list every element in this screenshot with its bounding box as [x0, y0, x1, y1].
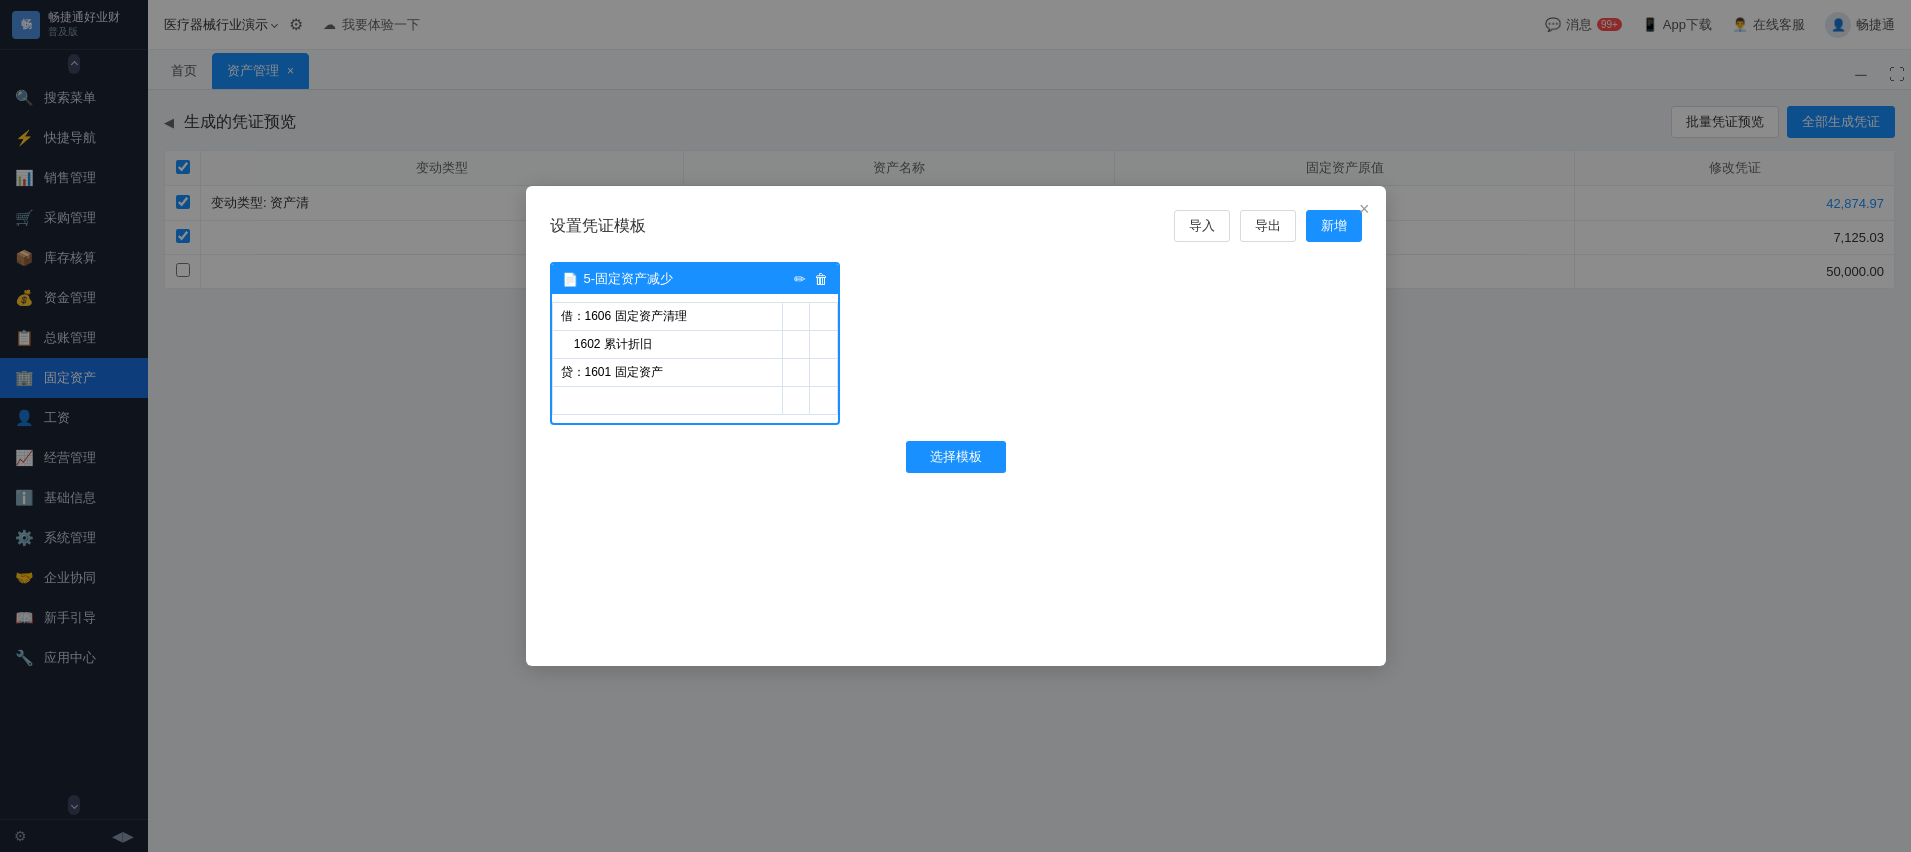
template-card-actions: ✏ 🗑 [794, 271, 828, 287]
template-grid: 借：1606 固定资产清理 1602 累计折旧 [552, 302, 838, 415]
template-card: 📄 5-固定资产减少 ✏ 🗑 借：1606 固定资产清理 [550, 262, 840, 425]
entry-credit-label: 贷：1601 固定资产 [552, 359, 782, 387]
import-button[interactable]: 导入 [1174, 210, 1230, 242]
modal-title: 设置凭证模板 [550, 216, 1174, 237]
select-template-button[interactable]: 选择模板 [906, 441, 1006, 473]
entry-amount-credit [782, 359, 809, 387]
entry-debit-col [810, 359, 837, 387]
template-doc-icon: 📄 [562, 272, 578, 287]
template-card-title: 📄 5-固定资产减少 [562, 270, 674, 288]
entry-empty-1 [552, 387, 782, 415]
entry-credit-col2 [810, 331, 837, 359]
modal-close-button[interactable]: × [1359, 200, 1370, 218]
entry-sub-label: 1602 累计折旧 [552, 331, 782, 359]
entry-debit-label: 借：1606 固定资产清理 [552, 303, 782, 331]
entry-empty-3 [810, 387, 837, 415]
modal-header: 设置凭证模板 导入 导出 新增 [550, 210, 1362, 242]
export-button[interactable]: 导出 [1240, 210, 1296, 242]
entry-amount-debit [782, 303, 809, 331]
template-list: 📄 5-固定资产减少 ✏ 🗑 借：1606 固定资产清理 [550, 262, 1362, 425]
template-name: 5-固定资产减少 [584, 270, 674, 288]
template-delete-icon[interactable]: 🗑 [814, 271, 828, 287]
entry-credit-col [810, 303, 837, 331]
template-card-body: 借：1606 固定资产清理 1602 累计折旧 [552, 294, 838, 423]
template-entry-row: 1602 累计折旧 [552, 331, 837, 359]
set-template-modal: 设置凭证模板 导入 导出 新增 × 📄 5-固定资产减少 [526, 186, 1386, 666]
template-card-header: 📄 5-固定资产减少 ✏ 🗑 [552, 264, 838, 294]
modal-toolbar: 导入 导出 新增 [1174, 210, 1362, 242]
entry-empty-2 [782, 387, 809, 415]
select-template-wrap: 选择模板 [550, 441, 1362, 473]
template-entry-row: 借：1606 固定资产清理 [552, 303, 837, 331]
new-template-button[interactable]: 新增 [1306, 210, 1362, 242]
template-edit-icon[interactable]: ✏ [794, 271, 806, 287]
template-entry-row: 贷：1601 固定资产 [552, 359, 837, 387]
modal-body: 📄 5-固定资产减少 ✏ 🗑 借：1606 固定资产清理 [550, 262, 1362, 642]
modal-overlay: 设置凭证模板 导入 导出 新增 × 📄 5-固定资产减少 [0, 0, 1911, 852]
entry-amount-sub [782, 331, 809, 359]
template-entry-row-empty [552, 387, 837, 415]
